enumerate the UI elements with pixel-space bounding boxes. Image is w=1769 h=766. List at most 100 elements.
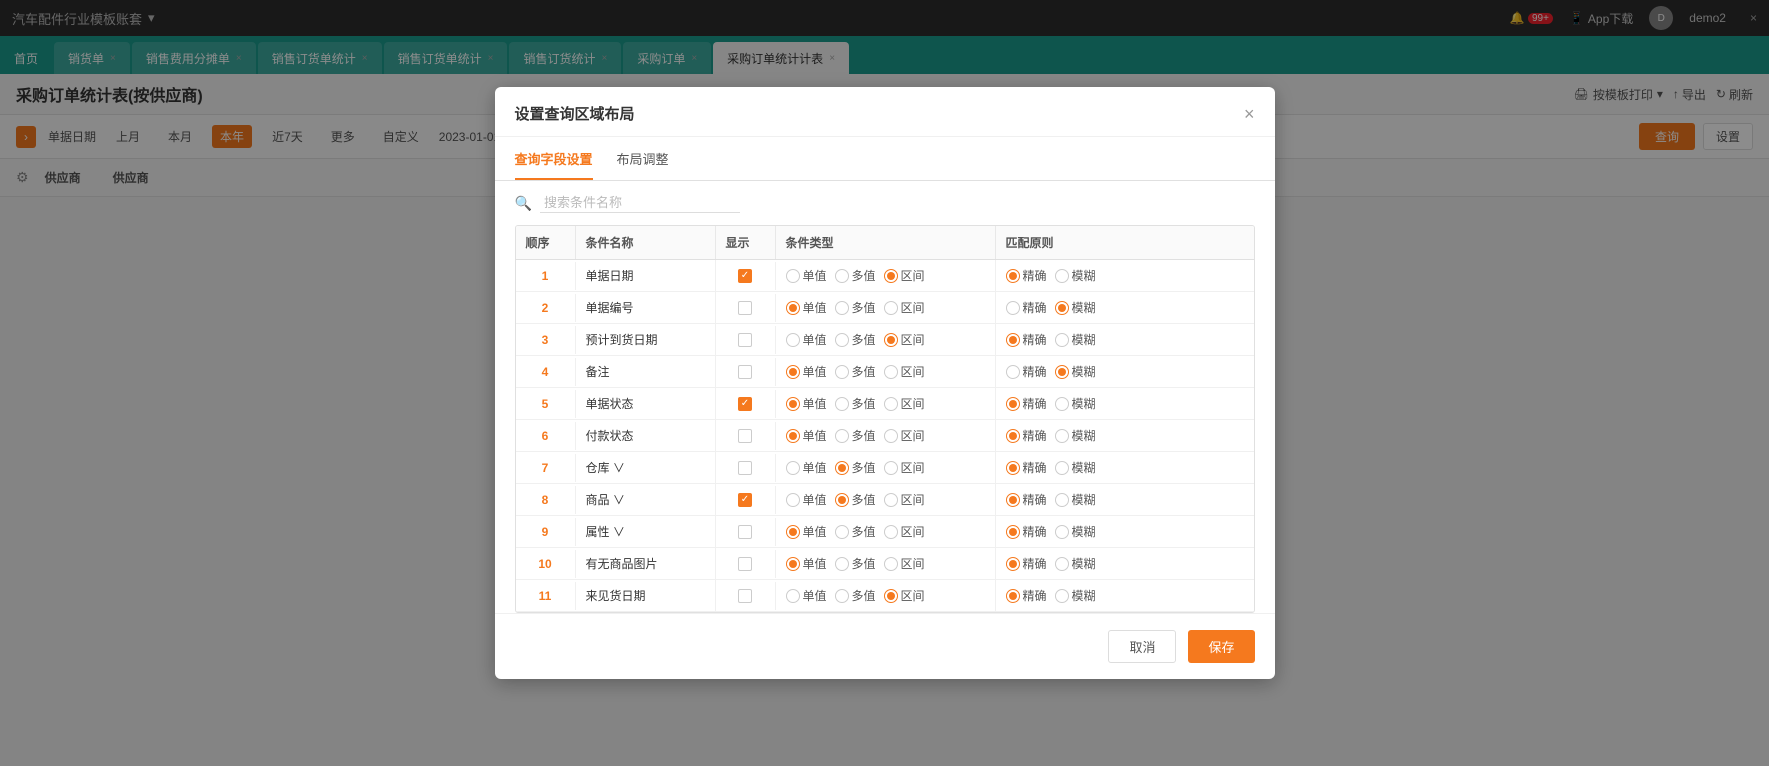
table-row: 3预计到货日期单值多值区间精确模糊 — [516, 324, 1254, 356]
radio-condtype-multi-8[interactable]: 多值 — [835, 523, 876, 540]
td-display-1 — [716, 294, 776, 322]
td-matchrule-8: 精确模糊 — [996, 516, 1196, 547]
radio-condtype-single-5[interactable]: 单值 — [786, 427, 827, 444]
checkbox-display-2[interactable] — [738, 333, 752, 347]
radio-condtype-single-0[interactable]: 单值 — [786, 267, 827, 284]
td-name-7: 商品 ∨ — [576, 484, 716, 515]
radio-condtype-single-9[interactable]: 单值 — [786, 555, 827, 572]
radio-matchrule-fuzzy-10[interactable]: 模糊 — [1055, 587, 1096, 604]
radio-matchrule-fuzzy-0[interactable]: 模糊 — [1055, 267, 1096, 284]
radio-condtype-single-1[interactable]: 单值 — [786, 299, 827, 316]
radio-condtype-single-2[interactable]: 单值 — [786, 331, 827, 348]
checkbox-display-8[interactable] — [738, 525, 752, 539]
radio-circle-multi-10 — [835, 589, 849, 603]
radio-matchrule-exact-4[interactable]: 精确 — [1006, 395, 1047, 412]
radio-matchrule-exact-10[interactable]: 精确 — [1006, 587, 1047, 604]
td-name-3: 备注 — [576, 356, 716, 387]
radio-condtype-multi-9[interactable]: 多值 — [835, 555, 876, 572]
radio-condtype-range-2[interactable]: 区间 — [884, 331, 925, 348]
table-row: 2单据编号单值多值区间精确模糊 — [516, 292, 1254, 324]
radio-condtype-single-3[interactable]: 单值 — [786, 363, 827, 380]
checkbox-display-4[interactable] — [738, 397, 752, 411]
radio-condtype-single-7[interactable]: 单值 — [786, 491, 827, 508]
radio-matchrule-fuzzy-9[interactable]: 模糊 — [1055, 555, 1096, 572]
cancel-button[interactable]: 取消 — [1108, 630, 1176, 663]
checkbox-display-10[interactable] — [738, 589, 752, 603]
radio-circle-match-fuzzy-10 — [1055, 589, 1069, 603]
radio-condtype-single-10[interactable]: 单值 — [786, 587, 827, 604]
radio-matchrule-exact-7[interactable]: 精确 — [1006, 491, 1047, 508]
table-row: 6付款状态单值多值区间精确模糊 — [516, 420, 1254, 452]
radio-matchrule-fuzzy-4[interactable]: 模糊 — [1055, 395, 1096, 412]
radio-circle-range-6 — [884, 461, 898, 475]
radio-matchrule-exact-9[interactable]: 精确 — [1006, 555, 1047, 572]
td-name-0: 单据日期 — [576, 260, 716, 291]
checkbox-display-9[interactable] — [738, 557, 752, 571]
radio-condtype-multi-2[interactable]: 多值 — [835, 331, 876, 348]
radio-condtype-multi-10[interactable]: 多值 — [835, 587, 876, 604]
radio-condtype-multi-6[interactable]: 多值 — [835, 459, 876, 476]
td-display-2 — [716, 326, 776, 354]
checkbox-display-7[interactable] — [738, 493, 752, 507]
radio-matchrule-exact-3[interactable]: 精确 — [1006, 363, 1047, 380]
modal-tab-layout[interactable]: 布局调整 — [617, 149, 669, 180]
radio-condtype-multi-5[interactable]: 多值 — [835, 427, 876, 444]
radio-condtype-range-1[interactable]: 区间 — [884, 299, 925, 316]
radio-circle-range-1 — [884, 301, 898, 315]
td-order-7: 8 — [516, 486, 576, 514]
radio-matchrule-exact-2[interactable]: 精确 — [1006, 331, 1047, 348]
td-matchrule-2: 精确模糊 — [996, 324, 1196, 355]
checkbox-display-1[interactable] — [738, 301, 752, 315]
modal-close-button[interactable]: × — [1244, 105, 1255, 123]
checkbox-display-5[interactable] — [738, 429, 752, 443]
radio-circle-match-exact-7 — [1006, 493, 1020, 507]
radio-condtype-range-4[interactable]: 区间 — [884, 395, 925, 412]
table-row: 4备注单值多值区间精确模糊 — [516, 356, 1254, 388]
radio-matchrule-fuzzy-2[interactable]: 模糊 — [1055, 331, 1096, 348]
radio-matchrule-fuzzy-5[interactable]: 模糊 — [1055, 427, 1096, 444]
modal-tab-fields[interactable]: 查询字段设置 — [515, 149, 593, 180]
radio-condtype-multi-3[interactable]: 多值 — [835, 363, 876, 380]
radio-circle-match-fuzzy-7 — [1055, 493, 1069, 507]
radio-condtype-range-9[interactable]: 区间 — [884, 555, 925, 572]
radio-condtype-range-8[interactable]: 区间 — [884, 523, 925, 540]
radio-condtype-range-5[interactable]: 区间 — [884, 427, 925, 444]
radio-matchrule-exact-5[interactable]: 精确 — [1006, 427, 1047, 444]
radio-circle-match-exact-6 — [1006, 461, 1020, 475]
checkbox-display-3[interactable] — [738, 365, 752, 379]
radio-condtype-range-3[interactable]: 区间 — [884, 363, 925, 380]
radio-matchrule-fuzzy-1[interactable]: 模糊 — [1055, 299, 1096, 316]
checkbox-display-6[interactable] — [738, 461, 752, 475]
radio-condtype-range-6[interactable]: 区间 — [884, 459, 925, 476]
td-matchrule-0: 精确模糊 — [996, 260, 1196, 291]
radio-condtype-single-4[interactable]: 单值 — [786, 395, 827, 412]
radio-condtype-multi-4[interactable]: 多值 — [835, 395, 876, 412]
save-button[interactable]: 保存 — [1188, 630, 1254, 663]
radio-condtype-single-6[interactable]: 单值 — [786, 459, 827, 476]
radio-matchrule-fuzzy-7[interactable]: 模糊 — [1055, 491, 1096, 508]
radio-circle-match-fuzzy-2 — [1055, 333, 1069, 347]
radio-circle-multi-1 — [835, 301, 849, 315]
radio-circle-single-0 — [786, 269, 800, 283]
td-name-8: 属性 ∨ — [576, 516, 716, 547]
radio-matchrule-fuzzy-6[interactable]: 模糊 — [1055, 459, 1096, 476]
radio-condtype-range-10[interactable]: 区间 — [884, 587, 925, 604]
radio-matchrule-exact-6[interactable]: 精确 — [1006, 459, 1047, 476]
radio-condtype-single-8[interactable]: 单值 — [786, 523, 827, 540]
radio-circle-single-7 — [786, 493, 800, 507]
radio-matchrule-exact-8[interactable]: 精确 — [1006, 523, 1047, 540]
radio-condtype-range-0[interactable]: 区间 — [884, 267, 925, 284]
radio-circle-range-8 — [884, 525, 898, 539]
td-name-4: 单据状态 — [576, 388, 716, 419]
radio-matchrule-exact-0[interactable]: 精确 — [1006, 267, 1047, 284]
radio-condtype-multi-7[interactable]: 多值 — [835, 491, 876, 508]
radio-matchrule-fuzzy-8[interactable]: 模糊 — [1055, 523, 1096, 540]
search-icon: 🔍 — [515, 195, 532, 212]
radio-matchrule-exact-1[interactable]: 精确 — [1006, 299, 1047, 316]
radio-condtype-range-7[interactable]: 区间 — [884, 491, 925, 508]
checkbox-display-0[interactable] — [738, 269, 752, 283]
search-input[interactable] — [540, 193, 740, 213]
radio-matchrule-fuzzy-3[interactable]: 模糊 — [1055, 363, 1096, 380]
radio-condtype-multi-0[interactable]: 多值 — [835, 267, 876, 284]
radio-condtype-multi-1[interactable]: 多值 — [835, 299, 876, 316]
